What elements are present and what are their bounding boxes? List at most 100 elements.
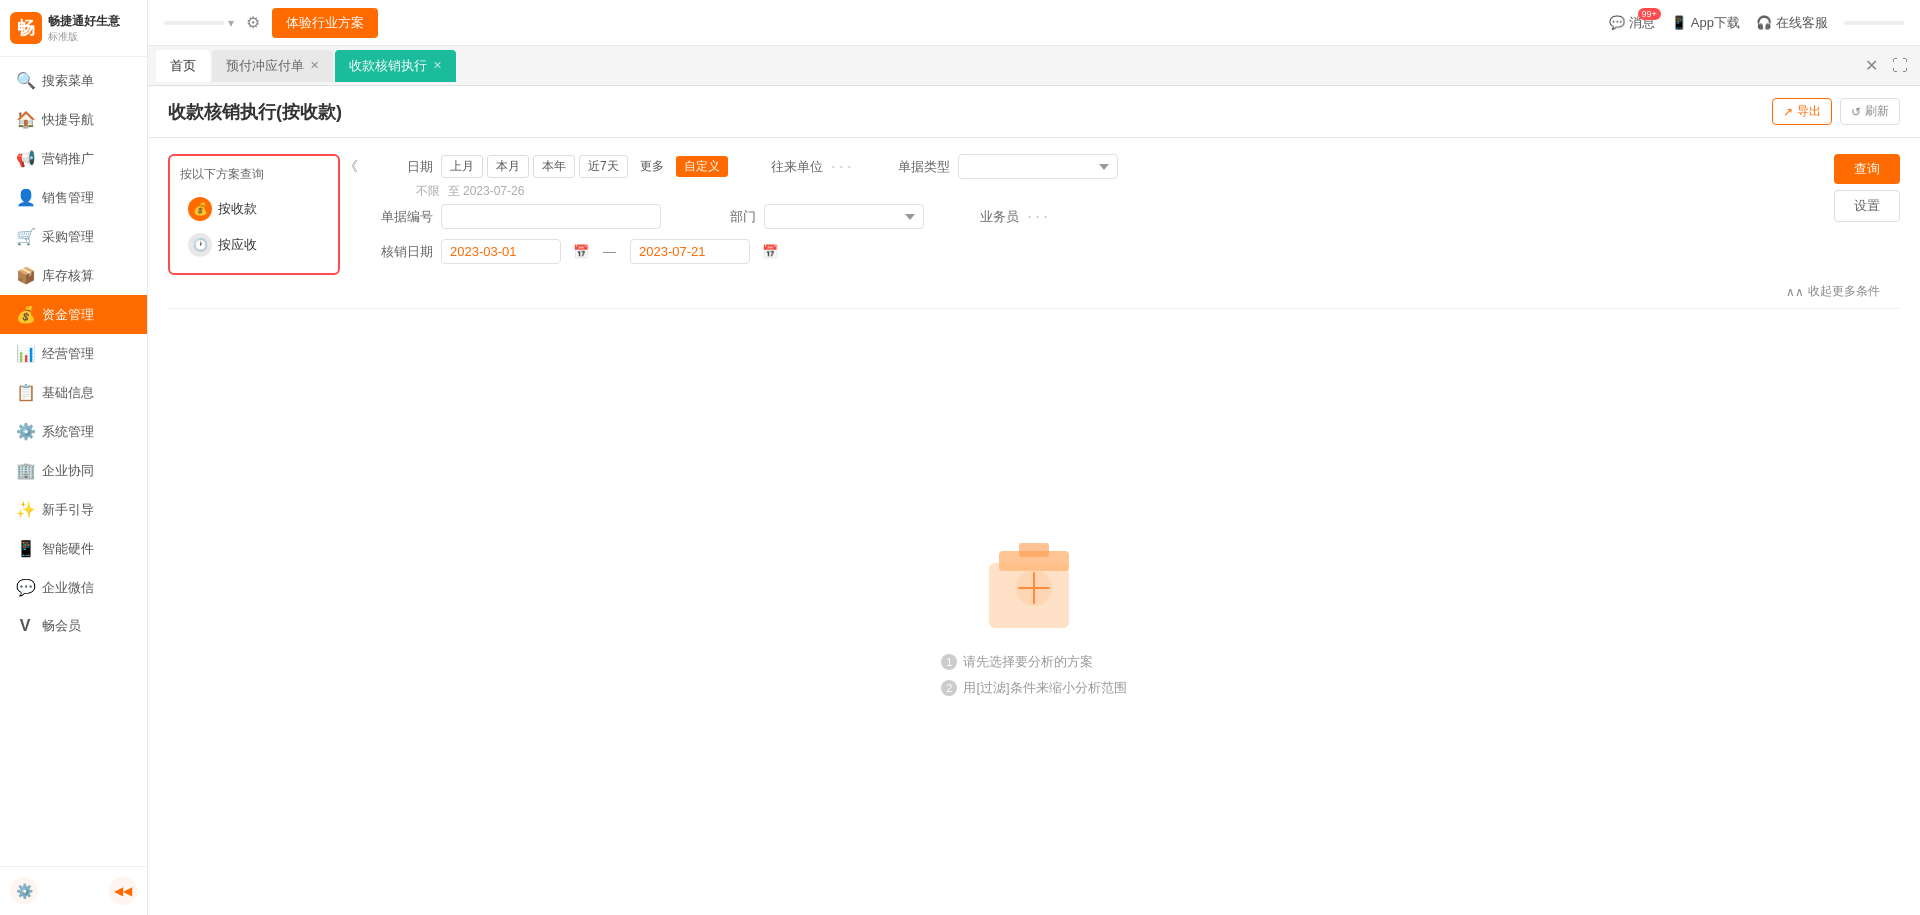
tab-close-all-button[interactable]: ✕ bbox=[1861, 54, 1882, 77]
date-this-year-button[interactable]: 本年 bbox=[533, 155, 575, 178]
sidebar-item-operations[interactable]: 📊 经营管理 bbox=[0, 334, 147, 373]
topbar-gear-icon[interactable]: ⚙ bbox=[246, 13, 260, 32]
industry-solution-button[interactable]: 体验行业方案 bbox=[272, 8, 378, 38]
filter-content: 按以下方案查询 💰 按收款 🕐 按应收 《 bbox=[168, 154, 1900, 275]
topbar-message-button[interactable]: 💬 消息 99+ bbox=[1609, 14, 1655, 32]
wechat-icon: 💬 bbox=[16, 578, 34, 597]
verify-date-field: 核销日期 📅 — 📅 bbox=[378, 239, 778, 264]
marketing-icon: 📢 bbox=[16, 149, 34, 168]
date-range-separator: — bbox=[603, 244, 616, 259]
sidebar-item-quicknav[interactable]: 🏠 快捷导航 bbox=[0, 100, 147, 139]
empty-illustration bbox=[969, 523, 1099, 633]
app-logo-icon: 畅 bbox=[10, 12, 42, 44]
tab-collection-close-icon[interactable]: ✕ bbox=[433, 59, 442, 72]
guide-icon: ✨ bbox=[16, 500, 34, 519]
voucher-type-select[interactable] bbox=[958, 154, 1118, 179]
dept-select[interactable] bbox=[764, 204, 924, 229]
sidebar-nav: 🔍 搜索菜单 🏠 快捷导航 📢 营销推广 👤 销售管理 🛒 采购管理 📦 库存核… bbox=[0, 57, 147, 866]
app-logo-text: 畅捷通好生意 标准版 bbox=[48, 13, 120, 44]
tab-prepay-close-icon[interactable]: ✕ bbox=[310, 59, 319, 72]
verify-date-end-input[interactable] bbox=[630, 239, 750, 264]
voucher-no-field: 单据编号 bbox=[378, 204, 661, 229]
home-icon: 🏠 bbox=[16, 110, 34, 129]
page-title: 收款核销执行(按收款) bbox=[168, 100, 342, 124]
verify-date-label: 核销日期 bbox=[378, 243, 433, 261]
topbar-app-download[interactable]: 📱 App下载 bbox=[1671, 14, 1740, 32]
dept-label: 部门 bbox=[701, 208, 756, 226]
refresh-icon: ↺ bbox=[1851, 105, 1861, 119]
topbar-online-service[interactable]: 🎧 在线客服 bbox=[1756, 14, 1828, 32]
export-button[interactable]: ↗ 导出 bbox=[1772, 98, 1832, 125]
receivable-option-icon: 🕐 bbox=[188, 233, 212, 257]
main-area: ▾ ⚙ 体验行业方案 💬 消息 99+ 📱 App下载 🎧 在线客服 首页 bbox=[148, 0, 1920, 915]
sidebar-item-member[interactable]: V 畅会员 bbox=[0, 607, 147, 645]
voucher-no-input[interactable] bbox=[441, 204, 661, 229]
collapse-more-button[interactable]: ∧∧ 收起更多条件 bbox=[1786, 283, 1880, 300]
topbar-brand: ▾ bbox=[164, 16, 234, 30]
sidebar-item-inventory[interactable]: 📦 库存核算 bbox=[0, 256, 147, 295]
verify-date-start-input[interactable] bbox=[441, 239, 561, 264]
purchase-icon: 🛒 bbox=[16, 227, 34, 246]
tabbar-controls: ✕ ⛶ bbox=[1861, 54, 1912, 77]
calendar-end-icon[interactable]: 📅 bbox=[762, 244, 778, 259]
sidebar-item-guide[interactable]: ✨ 新手引导 bbox=[0, 490, 147, 529]
counterpart-field: 往来单位 ··· bbox=[768, 156, 855, 177]
sidebar-collapse-button[interactable]: ◀◀ bbox=[109, 877, 137, 905]
operations-icon: 📊 bbox=[16, 344, 34, 363]
export-icon: ↗ bbox=[1783, 105, 1793, 119]
sidebar-item-search[interactable]: 🔍 搜索菜单 bbox=[0, 61, 147, 100]
tab-home[interactable]: 首页 bbox=[156, 50, 210, 82]
date-shortcuts: 上月 本月 本年 近7天 更多 自定义 bbox=[441, 155, 728, 178]
staff-field: 业务员 ··· bbox=[964, 206, 1051, 227]
inventory-icon: 📦 bbox=[16, 266, 34, 285]
sidebar-item-hardware[interactable]: 📱 智能硬件 bbox=[0, 529, 147, 568]
panel-collapse-arrow[interactable]: 《 bbox=[340, 154, 362, 180]
tab-expand-button[interactable]: ⛶ bbox=[1888, 54, 1912, 77]
sales-icon: 👤 bbox=[16, 188, 34, 207]
voucher-type-field: 单据类型 bbox=[895, 154, 1118, 179]
page-header: 收款核销执行(按收款) ↗ 导出 ↺ 刷新 bbox=[148, 86, 1920, 138]
filter-panel-title: 按以下方案查询 bbox=[180, 166, 328, 183]
date-last-month-button[interactable]: 上月 bbox=[441, 155, 483, 178]
sidebar-item-system[interactable]: ⚙️ 系统管理 bbox=[0, 412, 147, 451]
topbar-user-name[interactable] bbox=[1844, 21, 1904, 25]
tab-collection[interactable]: 收款核销执行 ✕ bbox=[335, 50, 456, 82]
calendar-start-icon[interactable]: 📅 bbox=[573, 244, 589, 259]
system-icon: ⚙️ bbox=[16, 422, 34, 441]
staff-dots[interactable]: ··· bbox=[1027, 206, 1051, 227]
sidebar-logo: 畅 畅捷通好生意 标准版 bbox=[0, 0, 147, 57]
counterpart-dots[interactable]: ··· bbox=[831, 156, 855, 177]
sidebar-item-marketing[interactable]: 📢 营销推广 bbox=[0, 139, 147, 178]
date-label: 日期 bbox=[378, 158, 433, 176]
content-area: 收款核销执行(按收款) ↗ 导出 ↺ 刷新 按以下方案查询 bbox=[148, 86, 1920, 915]
empty-text: 1 请先选择要分析的方案 2 用[过滤]条件来缩小分析范围 bbox=[941, 649, 1126, 701]
refresh-button[interactable]: ↺ 刷新 bbox=[1840, 98, 1900, 125]
settings-bottom-icon[interactable]: ⚙️ bbox=[10, 877, 38, 905]
sidebar-item-finance[interactable]: 💰 资金管理 bbox=[0, 295, 147, 334]
filter-option-by-receipt[interactable]: 💰 按收款 bbox=[180, 191, 328, 227]
filter-form: 日期 上月 本月 本年 近7天 更多 自定义 bbox=[362, 154, 1900, 275]
tab-prepay[interactable]: 预付冲应付单 ✕ bbox=[212, 50, 333, 82]
date-field: 日期 上月 本月 本年 近7天 更多 自定义 bbox=[378, 155, 728, 178]
sidebar-item-sales[interactable]: 👤 销售管理 bbox=[0, 178, 147, 217]
date-until-text: 至 2023-07-26 bbox=[448, 184, 525, 198]
date-last7days-button[interactable]: 近7天 bbox=[579, 155, 628, 178]
topbar-right: 💬 消息 99+ 📱 App下载 🎧 在线客服 bbox=[1609, 14, 1904, 32]
topbar-chevron-icon[interactable]: ▾ bbox=[228, 16, 234, 30]
sidebar-item-collab[interactable]: 🏢 企业协同 bbox=[0, 451, 147, 490]
sidebar-item-basicinfo[interactable]: 📋 基础信息 bbox=[0, 373, 147, 412]
query-actions: 查询 设置 bbox=[1834, 154, 1900, 222]
sidebar-item-purchase[interactable]: 🛒 采购管理 bbox=[0, 217, 147, 256]
date-more-button[interactable]: 更多 bbox=[632, 156, 672, 177]
sidebar: 畅 畅捷通好生意 标准版 🔍 搜索菜单 🏠 快捷导航 📢 营销推广 👤 销售管理… bbox=[0, 0, 148, 915]
filter-option-by-receivable[interactable]: 🕐 按应收 bbox=[180, 227, 328, 263]
empty-hint-1: 1 请先选择要分析的方案 bbox=[941, 649, 1126, 675]
collapse-more-container: ∧∧ 收起更多条件 bbox=[168, 275, 1900, 309]
sidebar-item-wechat[interactable]: 💬 企业微信 bbox=[0, 568, 147, 607]
staff-label: 业务员 bbox=[964, 208, 1019, 226]
settings-button[interactable]: 设置 bbox=[1834, 190, 1900, 222]
date-custom-badge[interactable]: 自定义 bbox=[676, 156, 728, 177]
date-this-month-button[interactable]: 本月 bbox=[487, 155, 529, 178]
query-button[interactable]: 查询 bbox=[1834, 154, 1900, 184]
message-badge: 99+ bbox=[1638, 8, 1661, 20]
